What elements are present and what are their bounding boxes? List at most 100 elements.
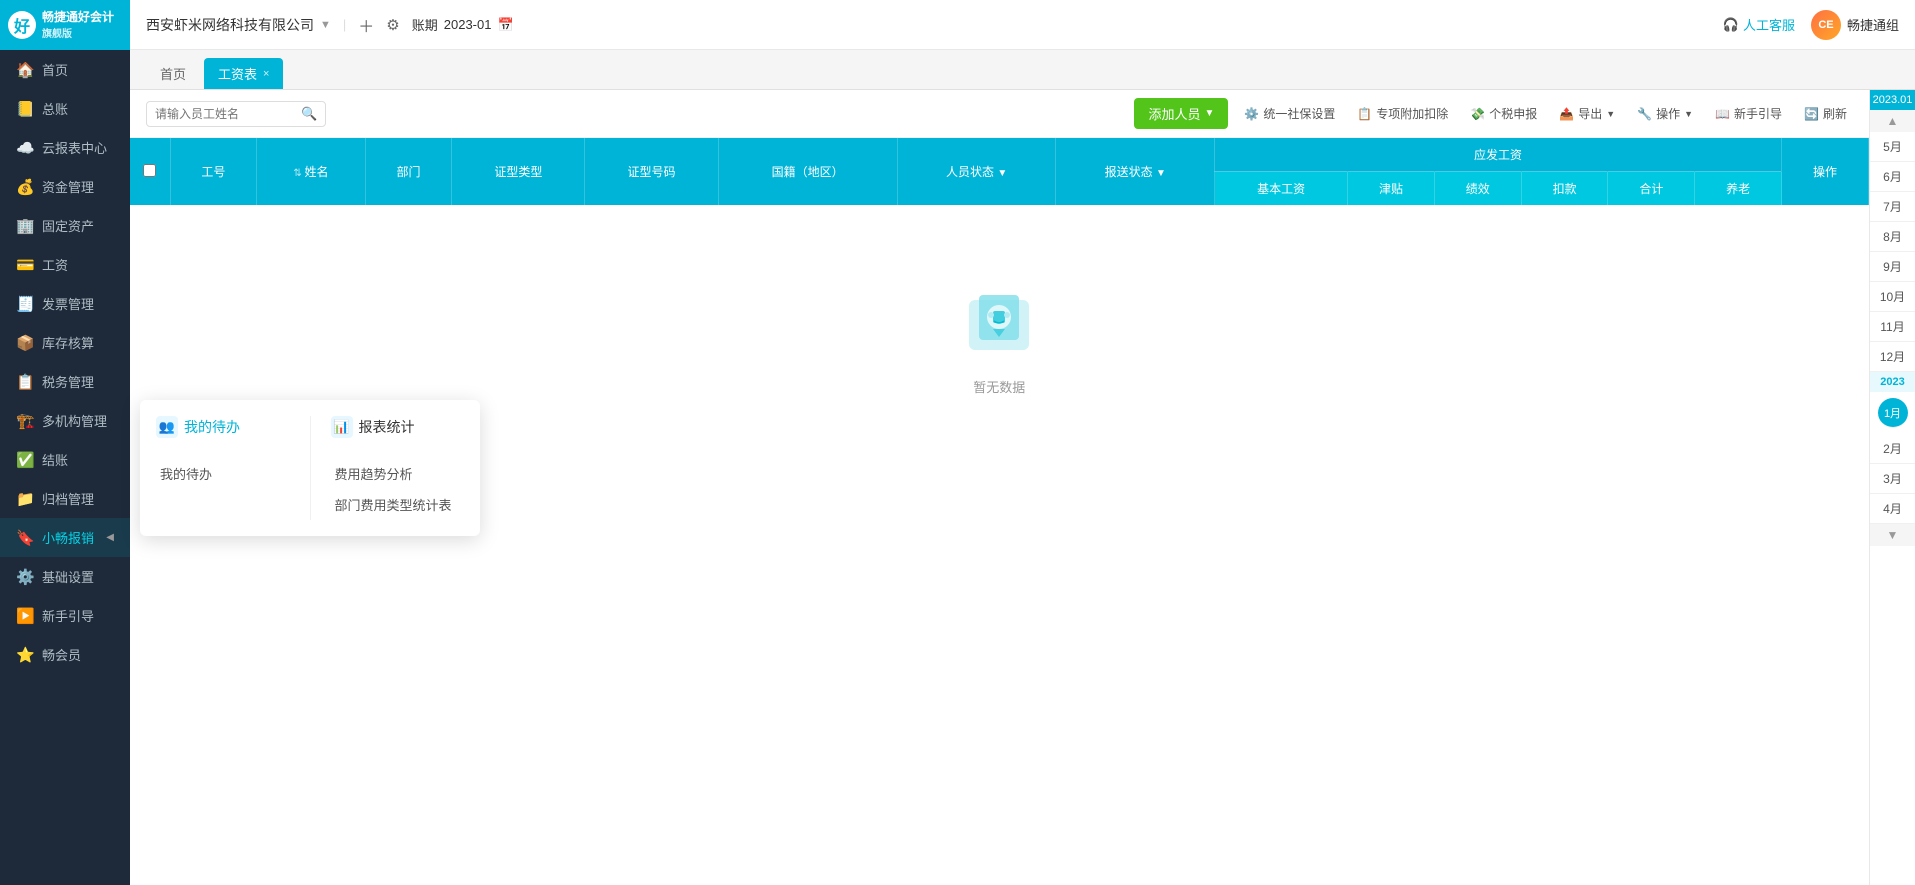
sub-col-pension: 养老 [1695,172,1782,206]
sidebar-item-general-ledger[interactable]: 📒 总账 [0,89,130,128]
tab-home[interactable]: 首页 [146,58,200,89]
search-input[interactable] [155,107,295,121]
invoice-icon: 🧾 [16,295,34,313]
company-selector[interactable]: 西安虾米网络科技有限公司 ▼ [146,15,331,35]
period-display: 账期 2023-01 📅 [412,15,514,34]
app-sub: 旗舰版 [42,25,114,40]
popup-item-cost-trend[interactable]: 费用趋势分析 [331,458,465,489]
month-item-11[interactable]: 11月 [1870,312,1915,342]
sidebar-item-settings[interactable]: ⚙️ 基础设置 [0,557,130,596]
sidebar-item-close-account[interactable]: ✅ 结账 [0,440,130,479]
month-item-12[interactable]: 12月 [1870,342,1915,372]
select-all-checkbox[interactable] [143,164,156,177]
month-item-7[interactable]: 7月 [1870,192,1915,222]
popup-col1-title: 👥 我的待办 [156,416,290,446]
sidebar-item-fixed-assets[interactable]: 🏢 固定资产 [0,206,130,245]
popup-col-mywork: 👥 我的待办 我的待办 [156,416,290,520]
tab-salary-label: 工资表 [218,64,257,83]
sidebar-item-fund-management[interactable]: 💰 资金管理 [0,167,130,206]
add-company-button[interactable]: ＋ [358,13,374,37]
sidebar-item-guide[interactable]: ▶️ 新手引导 [0,596,130,635]
sidebar-item-label: 工资 [42,255,68,274]
filter-icon2[interactable]: ▼ [1156,168,1166,179]
guide-button[interactable]: 📖 新手引导 [1709,101,1788,126]
popup-menu: 👥 我的待办 我的待办 📊 报表统计 费用趋势分析 部门费用类型统计表 [140,400,480,536]
month-item-2[interactable]: 2月 [1870,434,1915,464]
col-name: ⇅ 姓名 [257,138,365,205]
add-person-dropdown-icon: ▼ [1204,108,1214,119]
tab-close-button[interactable]: × [263,68,269,80]
sidebar-item-label: 畅会员 [42,645,81,664]
guide-action-icon: 📖 [1715,107,1730,121]
archive-icon: 📁 [16,490,34,508]
customer-service-button[interactable]: 🎧 人工客服 [1723,15,1795,34]
search-box[interactable]: 🔍 [146,101,326,127]
member-icon: ⭐ [16,646,34,664]
sidebar-item-label: 云报表中心 [42,138,107,157]
sidebar-item-label: 税务管理 [42,372,94,391]
month-item-8[interactable]: 8月 [1870,222,1915,252]
col-id-number: 证型号码 [585,138,718,205]
sort-icon: ⇅ [293,168,304,179]
sidebar-item-expense[interactable]: 🔖 小畅报销 ◀ [0,518,130,557]
month-item-10[interactable]: 10月 [1870,282,1915,312]
settings-button[interactable]: ⚙ [386,16,399,34]
sidebar-item-salary[interactable]: 💳 工资 [0,245,130,284]
expense-icon: 🔖 [16,529,34,547]
special-deduction-button[interactable]: 📋 专项附加扣除 [1351,101,1454,126]
month-sidebar: 2023.01 ▲ 5月 6月 7月 8月 9月 10月 11月 [1869,90,1915,885]
col-payable-wages-group: 应发工资 [1215,138,1782,172]
sidebar-item-inventory[interactable]: 📦 库存核算 [0,323,130,362]
month-item-9[interactable]: 9月 [1870,252,1915,282]
tax-filing-button[interactable]: 💸 个税申报 [1464,101,1543,126]
export-button[interactable]: 📤 导出 ▼ [1553,101,1621,126]
home-icon: 🏠 [16,61,34,79]
popup-col2-title: 📊 报表统计 [331,416,465,446]
company-name: 西安虾米网络科技有限公司 [146,15,314,35]
tab-home-label: 首页 [160,67,186,82]
special-deduction-icon: 📋 [1357,107,1372,121]
month-nav-up[interactable]: ▲ [1870,110,1915,132]
collapse-icon: ◀ [106,532,114,543]
social-insurance-button[interactable]: ⚙️ 统一社保设置 [1238,101,1341,126]
tax-icon: 📋 [16,373,34,391]
popup-item-dept-cost[interactable]: 部门费用类型统计表 [331,489,465,520]
month-item-1[interactable]: 1月 [1878,398,1908,428]
col-staff-status: 人员状态 ▼ [897,138,1056,205]
sidebar-item-label: 发票管理 [42,294,94,313]
inventory-icon: 📦 [16,334,34,352]
company-dropdown-arrow: ▼ [320,19,331,31]
salary-icon: 💳 [16,256,34,274]
sub-col-base-salary: 基本工资 [1215,172,1348,206]
month-item-5[interactable]: 5月 [1870,132,1915,162]
sidebar-item-invoice[interactable]: 🧾 发票管理 [0,284,130,323]
month-item-6[interactable]: 6月 [1870,162,1915,192]
filter-icon[interactable]: ▼ [997,168,1007,179]
operations-button[interactable]: 🔧 操作 ▼ [1631,101,1699,126]
month-nav-down[interactable]: ▼ [1870,524,1915,546]
sidebar-item-label: 库存核算 [42,333,94,352]
user-profile[interactable]: CE 畅捷通组 [1811,10,1899,40]
sidebar-item-member[interactable]: ⭐ 畅会员 [0,635,130,674]
add-person-button[interactable]: 添加人员 ▼ [1134,98,1228,129]
popup-col2-title-label: 报表统计 [359,417,415,437]
checkbox-col-header[interactable] [130,138,170,205]
popup-item-mywork[interactable]: 我的待办 [156,458,290,489]
sidebar-item-multi-org[interactable]: 🏗️ 多机构管理 [0,401,130,440]
col-nationality: 国籍（地区） [718,138,897,205]
fund-icon: 💰 [16,178,34,196]
sidebar-item-label: 归档管理 [42,489,94,508]
refresh-button[interactable]: 🔄 刷新 [1798,101,1853,126]
refresh-label: 刷新 [1823,105,1847,122]
sidebar-item-cloud-reports[interactable]: ☁️ 云报表中心 [0,128,130,167]
sidebar-item-archive[interactable]: 📁 归档管理 [0,479,130,518]
tab-salary[interactable]: 工资表 × [204,58,283,89]
sidebar-item-tax[interactable]: 📋 税务管理 [0,362,130,401]
month-item-3[interactable]: 3月 [1870,464,1915,494]
popup-columns: 👥 我的待办 我的待办 📊 报表统计 费用趋势分析 部门费用类型统计表 [156,416,464,520]
cloud-icon: ☁️ [16,139,34,157]
sidebar-item-home[interactable]: 🏠 首页 [0,50,130,89]
month-item-4[interactable]: 4月 [1870,494,1915,524]
empty-illustration [949,285,1049,365]
toolbar-right: 添加人员 ▼ ⚙️ 统一社保设置 📋 专项附加扣除 💸 个税申报 [1134,98,1853,129]
